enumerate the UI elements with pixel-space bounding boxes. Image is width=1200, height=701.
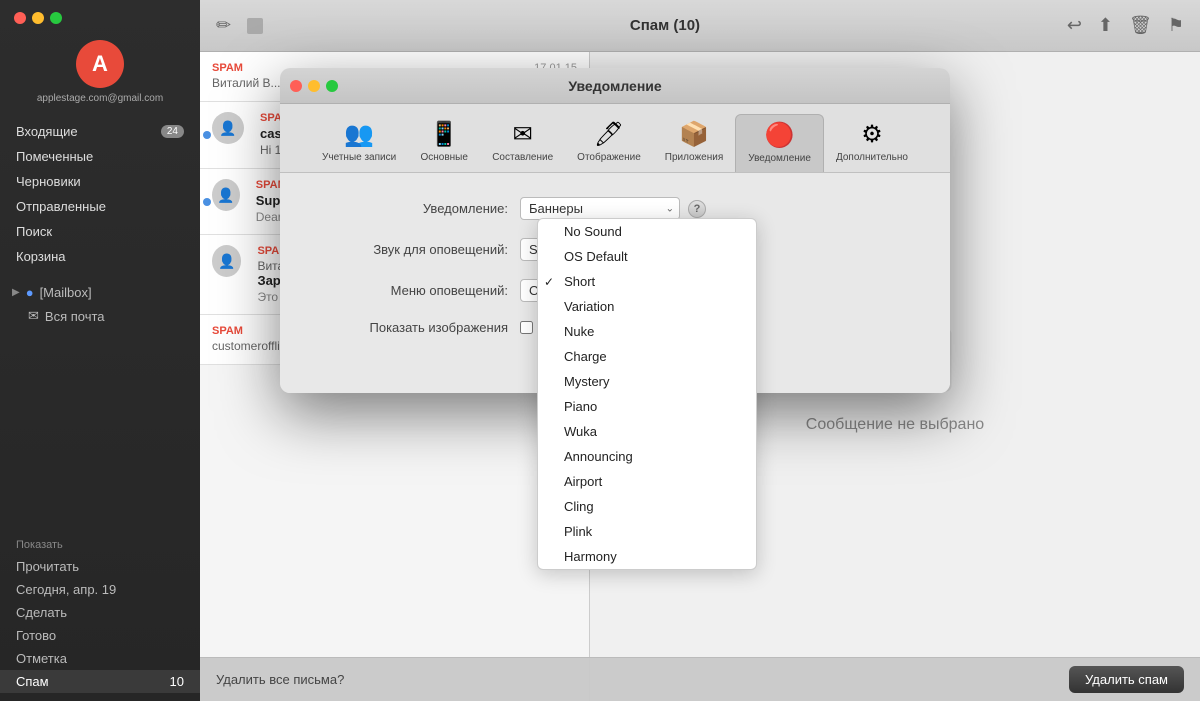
chevron-icon: ▶ <box>12 287 20 298</box>
display-icon: 🖊 <box>594 120 624 149</box>
images-checkbox[interactable] <box>520 321 533 334</box>
sidebar: A applestage.com@gmail.com Входящие 24 П… <box>0 0 200 701</box>
notification-dropdown-wrapper: Баннеры ⌄ <box>520 197 680 220</box>
sound-option-charge[interactable]: Charge <box>538 344 756 369</box>
sidebar-mailbox-all[interactable]: ✉ Вся почта <box>0 304 200 328</box>
compose-icon[interactable]: ✏ <box>216 15 231 36</box>
sidebar-mailbox-main[interactable]: ▶ ● [Mailbox] <box>0 281 200 304</box>
sidebar-bottom: Показать Прочитать Сегодня, апр. 19 Сдел… <box>0 527 200 701</box>
notification-label: Уведомление: <box>320 201 520 216</box>
tab-basic[interactable]: 📱 Основные <box>408 114 480 172</box>
pref-titlebar: Уведомление <box>280 68 950 104</box>
bottom-bar: Удалить все письма? Удалить спам <box>200 657 1200 701</box>
compose-tab-icon: ✉ <box>513 120 533 149</box>
mail-toolbar: ✏ Спам (10) ↩ ⬆ 🗑 ⚑ <box>200 0 1200 52</box>
pref-title: Уведомление <box>568 78 661 94</box>
maximize-btn[interactable] <box>50 12 62 24</box>
sidebar-item-spam[interactable]: Спам 10 <box>0 670 200 693</box>
notification-control: Баннеры ⌄ ? <box>520 197 910 220</box>
notification-dropdown[interactable]: Баннеры <box>520 197 680 220</box>
close-btn[interactable] <box>14 12 26 24</box>
advanced-icon: ⚙ <box>861 120 883 149</box>
sidebar-item-today[interactable]: Сегодня, апр. 19 <box>0 578 200 601</box>
bottom-bar-text: Удалить все письма? <box>216 672 344 687</box>
tab-accounts[interactable]: 👥 Учетные записи <box>310 114 408 172</box>
pref-minimize-btn[interactable] <box>308 80 320 92</box>
sound-option-short[interactable]: Short <box>538 269 756 294</box>
sound-option-cling[interactable]: Cling <box>538 494 756 519</box>
sidebar-item-flagged[interactable]: Помеченные <box>0 144 200 169</box>
tab-notifications[interactable]: 🔴 Уведомление <box>735 114 824 172</box>
sidebar-mailboxes: ▶ ● [Mailbox] ✉ Вся почта <box>0 281 200 328</box>
tab-display[interactable]: 🖊 Отображение <box>565 114 653 172</box>
tab-compose[interactable]: ✉ Составление <box>480 114 565 172</box>
toolbar-right-icons: ↩ ⬆ 🗑 ⚑ <box>1067 15 1184 36</box>
pref-maximize-btn[interactable] <box>326 80 338 92</box>
accounts-icon: 👥 <box>344 120 374 149</box>
sidebar-nav: Входящие 24 Помеченные Черновики Отправл… <box>0 115 200 273</box>
unread-dot <box>203 198 211 206</box>
sidebar-item-inbox[interactable]: Входящие 24 <box>0 119 200 144</box>
sidebar-section-label: Показать <box>0 535 200 555</box>
sound-option-piano[interactable]: Piano <box>538 394 756 419</box>
sound-option-airport[interactable]: Airport <box>538 469 756 494</box>
basic-icon: 📱 <box>429 120 459 149</box>
toolbar-left-icons: ✏ <box>216 15 263 36</box>
minimize-btn[interactable] <box>32 12 44 24</box>
no-message-text: Сообщение не выбрано <box>806 416 984 434</box>
sidebar-item-drafts[interactable]: Черновики <box>0 169 200 194</box>
sound-option-nosound[interactable]: No Sound <box>538 219 756 244</box>
spam-label: SPAM <box>212 62 243 74</box>
sound-option-announcing[interactable]: Announcing <box>538 444 756 469</box>
unread-dot <box>203 131 211 139</box>
sidebar-item-sent[interactable]: Отправленные <box>0 194 200 219</box>
sidebar-traffic-lights <box>0 0 200 32</box>
pref-tabs: 👥 Учетные записи 📱 Основные ✉ Составлени… <box>280 104 950 173</box>
sound-label: Звук для оповещений: <box>320 242 520 257</box>
sound-option-plink[interactable]: Plink <box>538 519 756 544</box>
tab-advanced[interactable]: ⚙ Дополнительно <box>824 114 920 172</box>
sidebar-email: applestage.com@gmail.com <box>0 92 200 115</box>
sound-option-harmony[interactable]: Harmony <box>538 544 756 569</box>
delete-spam-button[interactable]: Удалить спам <box>1069 666 1184 693</box>
menu-label: Меню оповещений: <box>320 283 520 298</box>
mail-avatar: 👤 <box>212 245 241 277</box>
sidebar-item-search[interactable]: Поиск <box>0 219 200 244</box>
sidebar-item-read[interactable]: Прочитать <box>0 555 200 578</box>
sound-option-variation[interactable]: Variation <box>538 294 756 319</box>
sidebar-item-trash[interactable]: Корзина <box>0 244 200 269</box>
trash-icon[interactable]: 🗑 <box>1129 15 1152 36</box>
sound-menu: No Sound OS Default Short Variation Nuke… <box>537 218 757 570</box>
sidebar-item-mark[interactable]: Отметка <box>0 647 200 670</box>
pref-row-notification: Уведомление: Баннеры ⌄ ? <box>320 197 910 220</box>
sound-option-wuka[interactable]: Wuka <box>538 419 756 444</box>
sidebar-item-todo[interactable]: Сделать <box>0 601 200 624</box>
apps-icon: 📦 <box>679 120 709 149</box>
help-button[interactable]: ? <box>688 200 706 218</box>
mail-avatar: 👤 <box>212 112 244 144</box>
pref-traffic-lights <box>290 80 338 92</box>
tab-apps[interactable]: 📦 Приложения <box>653 114 736 172</box>
sound-option-osdefault[interactable]: OS Default <box>538 244 756 269</box>
mailbox-icon <box>247 18 263 34</box>
all-mail-icon: ✉ <box>28 308 39 324</box>
spam-label: SPAM <box>212 325 243 337</box>
pref-close-btn[interactable] <box>290 80 302 92</box>
upload-icon[interactable]: ⬆ <box>1098 15 1113 36</box>
flag-icon[interactable]: ⚑ <box>1168 15 1184 36</box>
mail-title: Спам (10) <box>630 17 700 34</box>
sound-option-mystery[interactable]: Mystery <box>538 369 756 394</box>
avatar: A <box>76 40 124 88</box>
images-label: Показать изображения <box>320 320 520 335</box>
sound-option-nuke[interactable]: Nuke <box>538 319 756 344</box>
notification-icon: 🔴 <box>765 121 795 150</box>
reply-icon[interactable]: ↩ <box>1067 15 1082 36</box>
sidebar-item-done[interactable]: Готово <box>0 624 200 647</box>
mail-avatar: 👤 <box>212 179 240 211</box>
